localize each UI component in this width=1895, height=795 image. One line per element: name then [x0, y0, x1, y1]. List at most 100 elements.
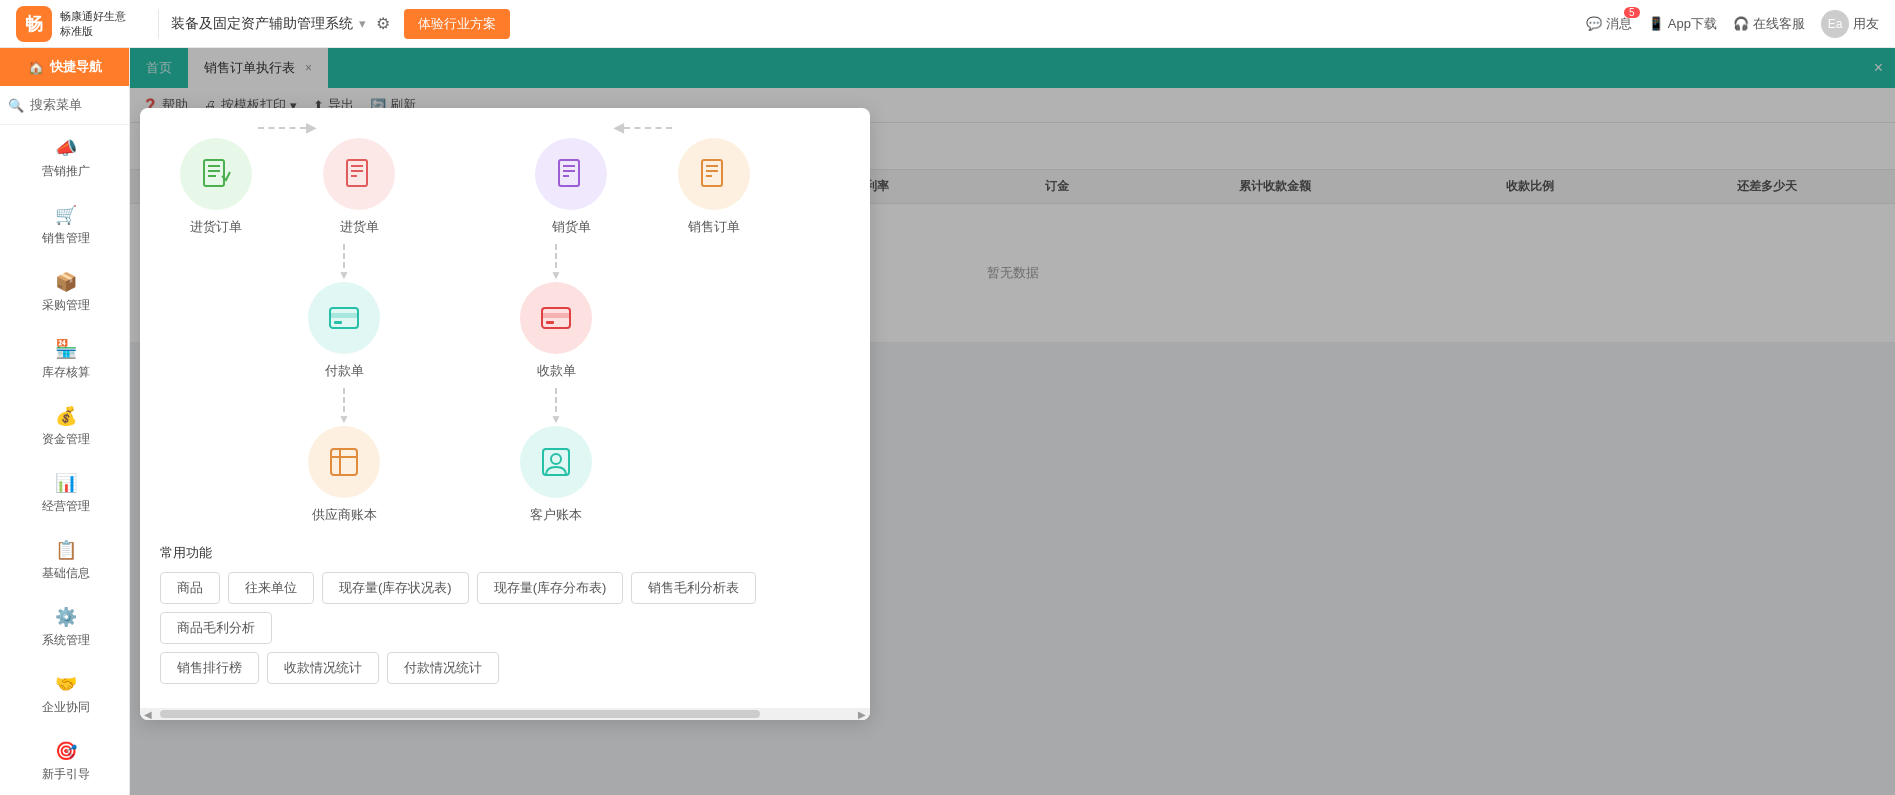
func-btn-sales-rank[interactable]: 销售排行榜 — [160, 652, 259, 684]
sales-order-item-label: 销售订单 — [688, 218, 740, 236]
inventory-icon: 🏪 — [55, 338, 77, 360]
sidebar-item-finance[interactable]: 💰 资金管理 — [0, 393, 129, 460]
message-badge: 5 — [1624, 7, 1640, 18]
func-btn-partners[interactable]: 往来单位 — [228, 572, 314, 604]
service-icon: 🎧 — [1733, 16, 1749, 31]
func-btns-row2: 销售排行榜 收款情况统计 付款情况统计 — [160, 652, 850, 684]
svg-point-26 — [551, 454, 561, 464]
func-btn-goods[interactable]: 商品 — [160, 572, 220, 604]
flow-supplier-account[interactable]: 供应商账本 — [308, 426, 380, 524]
purchase-order-icon — [180, 138, 252, 210]
purchase-order-label: 进货订单 — [190, 218, 242, 236]
inventory-label: 库存核算 — [42, 364, 90, 381]
divider — [158, 9, 159, 39]
sales-order-icon — [678, 138, 750, 210]
sidebar-item-marketing[interactable]: 📣 营销推广 — [0, 125, 129, 192]
func-btn-stock-status[interactable]: 现存量(库存状况表) — [322, 572, 469, 604]
guide-icon: 🎯 — [55, 740, 77, 762]
message-icon: 💬 — [1586, 16, 1602, 31]
flow-sales-order-item[interactable]: 销售订单 — [678, 138, 750, 236]
flow-sales-bill[interactable]: 销货单 — [535, 138, 607, 236]
common-funcs-title: 常用功能 — [160, 544, 850, 562]
sales-bill-icon — [535, 138, 607, 210]
flow-payment[interactable]: 付款单 — [308, 282, 380, 380]
user-label: 用友 — [1853, 15, 1879, 33]
func-btn-receipt-stats[interactable]: 收款情况统计 — [267, 652, 379, 684]
flow-receipt[interactable]: 收款单 — [520, 282, 592, 380]
app-download-label: App下载 — [1668, 15, 1717, 33]
basic-icon: 📋 — [55, 539, 77, 561]
logo-area: 畅 畅康通好生意标准版 — [16, 6, 146, 42]
sales-icon: 🛒 — [55, 204, 77, 226]
search-icon: 🔍 — [8, 98, 24, 113]
enterprise-icon: 🤝 — [55, 673, 77, 695]
enterprise-label: 企业协同 — [42, 699, 90, 716]
svg-rect-20 — [542, 313, 570, 318]
svg-rect-21 — [546, 321, 554, 324]
svg-rect-17 — [330, 313, 358, 318]
purchase-icon: 📦 — [55, 271, 77, 293]
system-icon: ⚙️ — [55, 606, 77, 628]
system-label: 系统管理 — [42, 632, 90, 649]
flow-purchase-order[interactable]: 进货订单 — [180, 138, 252, 236]
sidebar: 🏠 快捷导航 🔍 搜索菜单 📣 营销推广 🛒 销售管理 📦 采购管理 🏪 — [0, 48, 130, 795]
marketing-icon: 📣 — [55, 137, 77, 159]
content-area: 首页 销售订单执行表 × × ❓ 帮助 🖨 按模板打印 ▾ — [130, 48, 1895, 795]
quick-nav-label: 快捷导航 — [50, 58, 102, 76]
sidebar-search[interactable]: 🔍 搜索菜单 — [0, 86, 129, 125]
purchase-label: 采购管理 — [42, 297, 90, 314]
sales-bill-label: 销货单 — [552, 218, 591, 236]
experience-btn[interactable]: 体验行业方案 — [404, 9, 510, 39]
user-area[interactable]: Ea 用友 — [1821, 10, 1879, 38]
logo-icon: 畅 — [16, 6, 52, 42]
purchase-bill-label: 进货单 — [340, 218, 379, 236]
message-btn[interactable]: 💬 消息 5 — [1586, 15, 1632, 33]
app-download-btn[interactable]: 📱 App下载 — [1648, 15, 1717, 33]
scroll-thumb[interactable] — [160, 710, 760, 718]
system-dropdown-arrow[interactable]: ▾ — [359, 16, 366, 31]
sidebar-item-purchase[interactable]: 📦 采购管理 — [0, 259, 129, 326]
settings-icon[interactable]: ⚙ — [376, 14, 390, 33]
sales-label: 销售管理 — [42, 230, 90, 247]
top-bar: 畅 畅康通好生意标准版 装备及固定资产辅助管理系统 ▾ ⚙ 体验行业方案 💬 消… — [0, 0, 1895, 48]
phone-icon: 📱 — [1648, 16, 1664, 31]
avatar: Ea — [1821, 10, 1849, 38]
system-title: 装备及固定资产辅助管理系统 — [171, 15, 353, 33]
finance-icon: 💰 — [55, 405, 77, 427]
func-btn-payment-stats[interactable]: 付款情况统计 — [387, 652, 499, 684]
common-funcs: 常用功能 商品 往来单位 现存量(库存状况表) 现存量(库存分布表) 销售毛利分… — [140, 544, 870, 708]
sidebar-item-system[interactable]: ⚙️ 系统管理 — [0, 594, 129, 661]
svg-rect-22 — [331, 449, 357, 475]
func-btns-row1: 商品 往来单位 现存量(库存状况表) 现存量(库存分布表) 销售毛利分析表 商品… — [160, 572, 850, 644]
func-btn-sales-gross[interactable]: 销售毛利分析表 — [631, 572, 756, 604]
svg-rect-0 — [204, 160, 224, 186]
sidebar-item-enterprise[interactable]: 🤝 企业协同 — [0, 661, 129, 728]
scroll-right-arrow[interactable]: ▶ — [858, 709, 866, 720]
sidebar-quick-nav[interactable]: 🏠 快捷导航 — [0, 48, 129, 86]
logo-text: 畅康通好生意标准版 — [60, 9, 126, 38]
basic-label: 基础信息 — [42, 565, 90, 582]
svg-rect-12 — [702, 160, 722, 186]
sidebar-item-guide[interactable]: 🎯 新手引导 — [0, 728, 129, 795]
func-btn-goods-gross[interactable]: 商品毛利分析 — [160, 612, 272, 644]
scroll-left-arrow[interactable]: ◀ — [144, 709, 152, 720]
sidebar-item-sales[interactable]: 🛒 销售管理 — [0, 192, 129, 259]
marketing-label: 营销推广 — [42, 163, 90, 180]
customer-account-label: 客户账本 — [530, 506, 582, 524]
search-label: 搜索菜单 — [30, 96, 82, 114]
sidebar-item-inventory[interactable]: 🏪 库存核算 — [0, 326, 129, 393]
online-service-btn[interactable]: 🎧 在线客服 — [1733, 15, 1805, 33]
func-btn-stock-dist[interactable]: 现存量(库存分布表) — [477, 572, 624, 604]
modal-flow: 进货订单 ▶ 进 — [140, 108, 870, 544]
svg-rect-4 — [347, 160, 367, 186]
modal-overlay[interactable]: 进货订单 ▶ 进 — [130, 48, 1895, 795]
payment-label: 付款单 — [325, 362, 364, 380]
flow-customer-account[interactable]: 客户账本 — [520, 426, 592, 524]
modal-scrollbar[interactable]: ◀ ▶ — [140, 708, 870, 720]
purchase-bill-icon — [323, 138, 395, 210]
payment-icon — [308, 282, 380, 354]
sidebar-item-basic[interactable]: 📋 基础信息 — [0, 527, 129, 594]
flow-purchase-bill[interactable]: 进货单 — [323, 138, 395, 236]
home-icon: 🏠 — [28, 60, 44, 75]
sidebar-item-operation[interactable]: 📊 经营管理 — [0, 460, 129, 527]
